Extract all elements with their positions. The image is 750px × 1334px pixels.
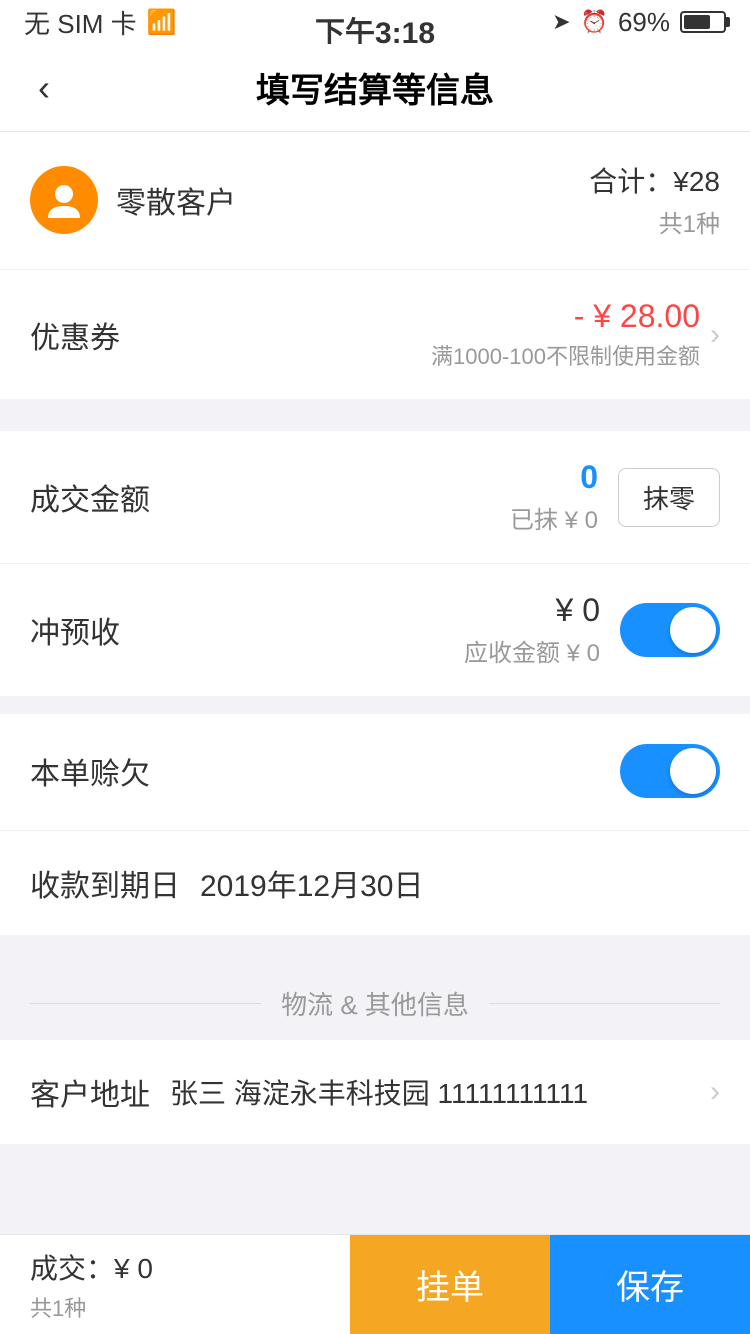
transaction-row: 成交金额 0 已抹 ¥ 0 抹零 bbox=[0, 431, 750, 563]
location-icon: ➤ bbox=[552, 9, 570, 35]
coupon-row[interactable]: 优惠券 - ¥ 28.00 满1000-100不限制使用金额 › bbox=[0, 269, 750, 399]
coupon-info: - ¥ 28.00 满1000-100不限制使用金额 bbox=[431, 298, 700, 371]
chevron-right-icon: › bbox=[710, 318, 720, 352]
alarm-icon: ⏰ bbox=[581, 9, 608, 35]
debt-card: 本单赊欠 收款到期日 2019年12月30日 bbox=[0, 714, 750, 935]
customer-right: 合计：¥28 共1种 bbox=[589, 160, 720, 239]
debt-toggle[interactable] bbox=[620, 744, 720, 798]
page-title: 填写结算等信息 bbox=[256, 63, 494, 112]
coupon-desc: 满1000-100不限制使用金额 bbox=[431, 339, 700, 371]
customer-avatar bbox=[30, 166, 98, 234]
battery-icon bbox=[680, 11, 726, 33]
customer-card: 零散客户 合计：¥28 共1种 优惠券 - ¥ 28.00 满1000-100不… bbox=[0, 132, 750, 399]
customer-left: 零散客户 bbox=[30, 166, 236, 234]
logistics-divider: 物流 & 其他信息 bbox=[0, 967, 750, 1040]
address-chevron-icon: › bbox=[710, 1075, 720, 1109]
status-left: 无 SIM 卡 📶 bbox=[24, 4, 177, 41]
address-card: 客户地址 张三 海淀永丰科技园 11111111111 › bbox=[0, 1040, 750, 1144]
deal-value: ¥ 0 bbox=[114, 1253, 153, 1284]
customer-total: 合计：¥28 bbox=[589, 160, 720, 200]
address-row[interactable]: 客户地址 张三 海淀永丰科技园 11111111111 › bbox=[0, 1040, 750, 1144]
round-button[interactable]: 抹零 bbox=[618, 468, 720, 527]
precollect-row: 冲预收 ¥ 0 应收金额 ¥ 0 bbox=[0, 563, 750, 696]
status-right: ➤ ⏰ 69% bbox=[552, 7, 726, 38]
deal-label: 成交： bbox=[30, 1253, 114, 1284]
coupon-right: - ¥ 28.00 满1000-100不限制使用金额 › bbox=[431, 298, 720, 371]
address-label: 客户地址 bbox=[30, 1070, 150, 1114]
due-date-value: 2019年12月30日 bbox=[200, 861, 423, 905]
battery-percent: 69% bbox=[618, 7, 670, 38]
coupon-label: 优惠券 bbox=[30, 313, 120, 357]
back-button[interactable]: ‹ bbox=[28, 57, 60, 119]
transaction-right: 0 已抹 ¥ 0 抹零 bbox=[510, 459, 720, 535]
customer-name: 零散客户 bbox=[116, 178, 236, 222]
transaction-value: 0 bbox=[510, 459, 598, 496]
carrier-text: 无 SIM 卡 bbox=[24, 4, 137, 41]
precollect-sub: 应收金额 ¥ 0 bbox=[464, 633, 600, 668]
transaction-value-wrap: 0 已抹 ¥ 0 bbox=[510, 459, 598, 535]
section-divider-3 bbox=[0, 951, 750, 967]
debt-label: 本单赊欠 bbox=[30, 749, 150, 793]
precollect-amount-wrap: ¥ 0 应收金额 ¥ 0 bbox=[464, 592, 600, 668]
customer-count: 共1种 bbox=[589, 204, 720, 239]
precollect-toggle[interactable] bbox=[620, 603, 720, 657]
section-divider-1 bbox=[0, 415, 750, 431]
transaction-sub: 已抹 ¥ 0 bbox=[510, 500, 598, 535]
bottom-count: 共1种 bbox=[30, 1291, 320, 1323]
status-bar: 无 SIM 卡 📶 下午3:18 ➤ ⏰ 69% bbox=[0, 0, 750, 44]
due-date-row[interactable]: 收款到期日 2019年12月30日 bbox=[0, 830, 750, 935]
precollect-amount: ¥ 0 bbox=[464, 592, 600, 629]
bottom-bar: 成交：¥ 0 共1种 挂单 保存 bbox=[0, 1234, 750, 1334]
nav-bar: ‹ 填写结算等信息 bbox=[0, 44, 750, 132]
due-date-label: 收款到期日 bbox=[30, 861, 180, 905]
hang-button[interactable]: 挂单 bbox=[350, 1235, 550, 1334]
bottom-summary: 成交：¥ 0 共1种 bbox=[0, 1247, 350, 1323]
precollect-label: 冲预收 bbox=[30, 608, 120, 652]
precollect-right: ¥ 0 应收金额 ¥ 0 bbox=[464, 592, 720, 668]
coupon-amount: - ¥ 28.00 bbox=[431, 298, 700, 335]
debt-row: 本单赊欠 bbox=[0, 714, 750, 828]
toggle-knob bbox=[670, 607, 716, 653]
customer-row: 零散客户 合计：¥28 共1种 bbox=[0, 132, 750, 267]
transaction-label: 成交金额 bbox=[30, 475, 150, 519]
logistics-label: 物流 & 其他信息 bbox=[281, 985, 469, 1022]
main-content: 零散客户 合计：¥28 共1种 优惠券 - ¥ 28.00 满1000-100不… bbox=[0, 132, 750, 1280]
bottom-deal-text: 成交：¥ 0 bbox=[30, 1247, 320, 1287]
divider-line-left bbox=[30, 1003, 261, 1004]
section-divider-2 bbox=[0, 698, 750, 714]
save-button[interactable]: 保存 bbox=[550, 1235, 750, 1334]
transaction-section: 成交金额 0 已抹 ¥ 0 抹零 冲预收 ¥ 0 应收金额 ¥ 0 bbox=[0, 431, 750, 696]
address-value: 张三 海淀永丰科技园 11111111111 bbox=[170, 1072, 710, 1112]
divider-line-right bbox=[489, 1003, 720, 1004]
person-icon bbox=[44, 180, 84, 220]
wifi-icon: 📶 bbox=[147, 8, 177, 37]
debt-toggle-knob bbox=[670, 748, 716, 794]
